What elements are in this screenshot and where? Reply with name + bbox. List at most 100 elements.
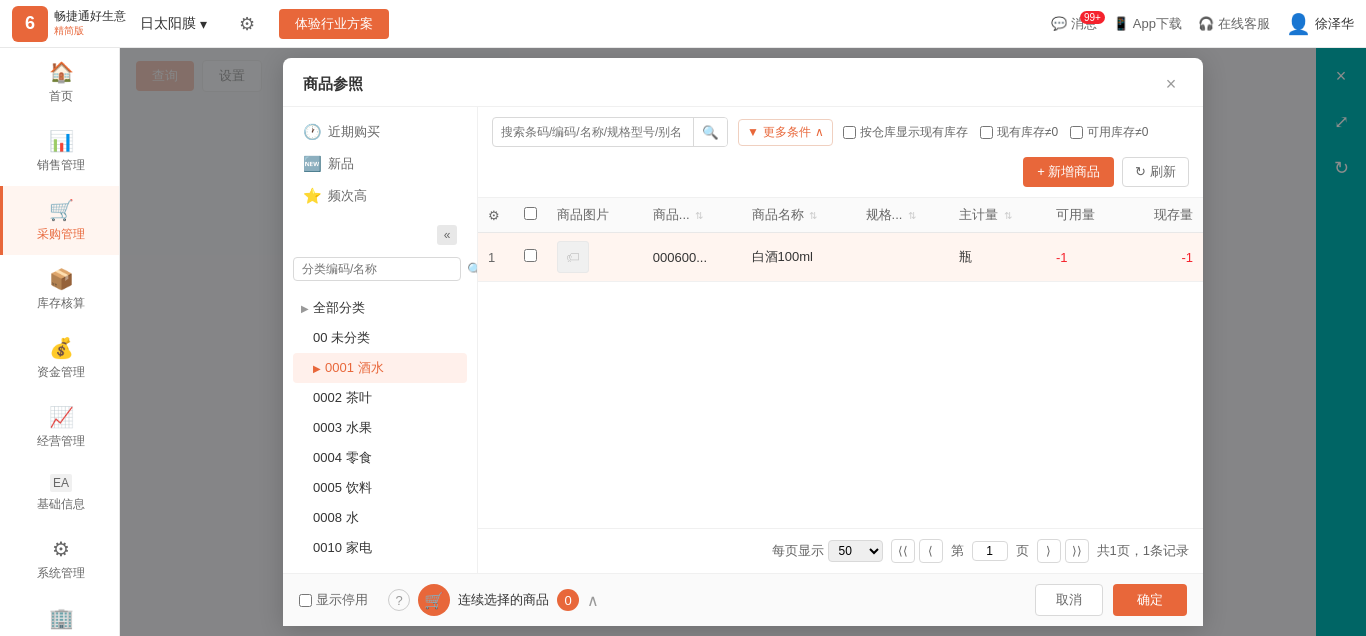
sidebar-label-system: 系统管理 <box>37 565 85 582</box>
sidebar-item-finance[interactable]: 💰 资金管理 <box>0 324 119 393</box>
category-item-0010[interactable]: 0010 家电 <box>293 533 467 563</box>
branch-selector[interactable]: 日太阳膜 ▾ <box>132 11 215 37</box>
branch-label: 日太阳膜 <box>140 15 196 33</box>
category-label-0004: 0004 零食 <box>313 449 372 467</box>
category-search-input[interactable] <box>293 257 461 281</box>
col-header-unit[interactable]: 主计量 ⇅ <box>949 198 1046 233</box>
category-item-all[interactable]: ▶ 全部分类 <box>293 293 467 323</box>
col-header-code[interactable]: 商品... ⇅ <box>643 198 742 233</box>
message-button[interactable]: 💬 消息 99+ <box>1051 15 1097 33</box>
category-label-0008: 0008 水 <box>313 509 359 527</box>
cart-collapse-button[interactable]: ∧ <box>587 591 599 610</box>
cancel-button[interactable]: 取消 <box>1035 584 1103 616</box>
category-item-0002[interactable]: 0002 茶叶 <box>293 383 467 413</box>
col-header-available: 可用量 <box>1046 198 1125 233</box>
add-product-button[interactable]: + 新增商品 <box>1023 157 1114 187</box>
checkbox-available-input[interactable] <box>1070 126 1083 139</box>
sort-icon: ⇅ <box>695 210 703 221</box>
cell-image: 🏷 <box>547 233 643 282</box>
product-search-button[interactable]: 🔍 <box>693 118 727 146</box>
checkbox-warehouse-input[interactable] <box>843 126 856 139</box>
footer-right: 取消 确定 <box>1035 584 1187 616</box>
tab-frequent-label: 频次高 <box>328 187 367 205</box>
cart-icon: 🛒 <box>424 591 444 610</box>
col-header-name[interactable]: 商品名称 ⇅ <box>742 198 856 233</box>
sidebar-item-sales[interactable]: 📊 销售管理 <box>0 117 119 186</box>
col-header-spec[interactable]: 规格... ⇅ <box>856 198 950 233</box>
message-icon: 💬 <box>1051 16 1067 31</box>
basic-icon: EA <box>50 474 72 492</box>
show-disabled-input[interactable] <box>299 594 312 607</box>
page-size-selector: 每页显示 50 20 100 <box>772 540 883 562</box>
cart-icon-button[interactable]: 🛒 <box>418 584 450 616</box>
page-size-select[interactable]: 50 20 100 <box>828 540 883 562</box>
sidebar-item-purchase[interactable]: 🛒 采购管理 <box>0 186 119 255</box>
category-item-0005[interactable]: 0005 饮料 <box>293 473 467 503</box>
prev-page-button[interactable]: ⟨ <box>919 539 943 563</box>
checkbox-stock-input[interactable] <box>980 126 993 139</box>
system-icon: ⚙ <box>52 537 70 561</box>
modal-title: 商品参照 <box>303 75 363 94</box>
add-product-label: + 新增商品 <box>1037 163 1100 181</box>
category-item-0003[interactable]: 0003 水果 <box>293 413 467 443</box>
checkbox-stock[interactable]: 现有库存≠0 <box>980 124 1058 141</box>
sidebar-item-inventory[interactable]: 📦 库存核算 <box>0 255 119 324</box>
sidebar-item-operation[interactable]: 📈 经营管理 <box>0 393 119 462</box>
page-navigation: ⟨⟨ ⟨ 第 页 ⟩ ⟩⟩ <box>891 539 1089 563</box>
first-page-button[interactable]: ⟨⟨ <box>891 539 915 563</box>
product-search-input[interactable] <box>493 125 693 139</box>
category-arrow-0001: ▶ <box>313 363 321 374</box>
col-header-settings[interactable]: ⚙ <box>478 198 514 233</box>
collapse-panel-button[interactable]: « <box>437 225 457 245</box>
product-table-container: ⚙ 商品图片 <box>478 198 1203 528</box>
help-icon[interactable]: ? <box>388 589 410 611</box>
col-header-stock: 现存量 <box>1124 198 1203 233</box>
product-search-box: 🔍 <box>492 117 728 147</box>
last-page-button[interactable]: ⟩⟩ <box>1065 539 1089 563</box>
row-checkbox[interactable] <box>524 249 537 262</box>
cell-available: -1 <box>1046 233 1125 282</box>
select-all-checkbox[interactable] <box>524 207 537 220</box>
sidebar-label-operation: 经营管理 <box>37 433 85 450</box>
category-item-0001[interactable]: ▶ 0001 酒水 <box>293 353 467 383</box>
page-label: 第 <box>951 542 964 560</box>
app-download-button[interactable]: 📱 App下载 <box>1113 15 1182 33</box>
category-label-0002: 0002 茶叶 <box>313 389 372 407</box>
cell-code: 000600... <box>643 233 742 282</box>
sidebar-item-system[interactable]: ⚙ 系统管理 <box>0 525 119 594</box>
modal-close-button[interactable]: × <box>1159 72 1183 96</box>
category-label-0005: 0005 饮料 <box>313 479 372 497</box>
checkbox-warehouse[interactable]: 按仓库显示现有库存 <box>843 124 968 141</box>
page-number-input[interactable] <box>972 541 1008 561</box>
checkbox-warehouse-label: 按仓库显示现有库存 <box>860 124 968 141</box>
category-search-icon[interactable]: 🔍 <box>467 262 478 277</box>
category-label-0001: 0001 酒水 <box>325 359 384 377</box>
finance-icon: 💰 <box>49 336 74 360</box>
more-filter-button[interactable]: ▼ 更多条件 ∧ <box>738 119 833 146</box>
category-item-0008[interactable]: 0008 水 <box>293 503 467 533</box>
online-service-label: 在线客服 <box>1218 15 1270 33</box>
user-menu[interactable]: 👤 徐泽华 <box>1286 12 1354 36</box>
table-row[interactable]: 1 🏷 <box>478 233 1203 282</box>
show-disabled-checkbox[interactable]: 显示停用 <box>299 591 368 609</box>
tab-frequent[interactable]: ⭐ 频次高 <box>293 181 467 211</box>
inventory-icon: 📦 <box>49 267 74 291</box>
cell-checkbox[interactable] <box>514 233 547 282</box>
gear-button[interactable]: ⚙ <box>231 8 263 40</box>
tab-new[interactable]: 🆕 新品 <box>293 149 467 179</box>
sidebar-item-basic[interactable]: EA 基础信息 <box>0 462 119 525</box>
footer-left: 显示停用 <box>299 591 368 609</box>
sidebar-item-home[interactable]: 🏠 首页 <box>0 48 119 117</box>
cart-text: 连续选择的商品 <box>458 591 549 609</box>
checkbox-available[interactable]: 可用库存≠0 <box>1070 124 1148 141</box>
refresh-button[interactable]: ↻ 刷新 <box>1122 157 1189 187</box>
experience-button[interactable]: 体验行业方案 <box>279 9 389 39</box>
tab-recent[interactable]: 🕐 近期购买 <box>293 117 467 147</box>
sidebar-item-enterprise[interactable]: 🏢 企业协同 <box>0 594 119 636</box>
confirm-button[interactable]: 确定 <box>1113 584 1187 616</box>
category-item-00[interactable]: 00 未分类 <box>293 323 467 353</box>
logo-area: 6 畅捷通好生意 精简版 <box>12 6 132 42</box>
online-service-button[interactable]: 🎧 在线客服 <box>1198 15 1270 33</box>
category-item-0004[interactable]: 0004 零食 <box>293 443 467 473</box>
next-page-button[interactable]: ⟩ <box>1037 539 1061 563</box>
